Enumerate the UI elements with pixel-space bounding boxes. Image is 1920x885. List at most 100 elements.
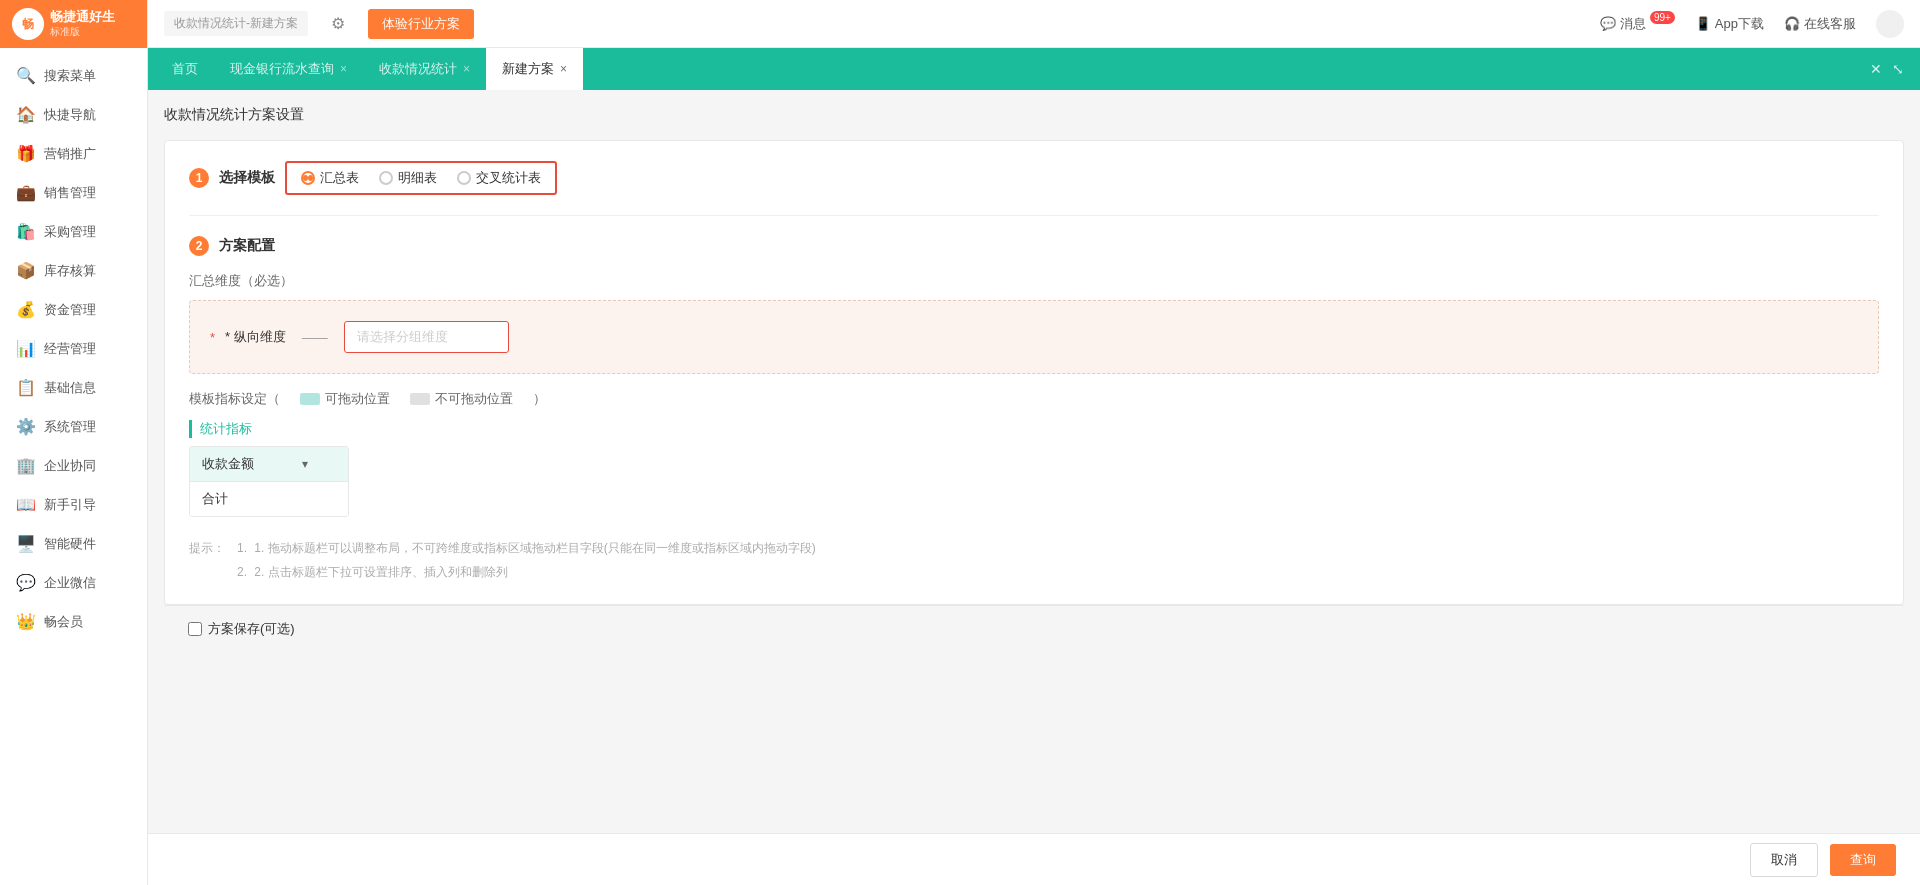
sidebar-item-enterprise-wechat[interactable]: 💬 企业微信 bbox=[0, 563, 147, 602]
building-icon: 🏢 bbox=[16, 456, 36, 475]
money-icon: 💰 bbox=[16, 300, 36, 319]
tip-1: 提示： 1. 1. 拖动标题栏可以调整布局，不可跨维度或指标区域拖动栏目字段(只… bbox=[189, 536, 1879, 560]
user-avatar[interactable] bbox=[1876, 10, 1904, 38]
tab-cash-bank-close[interactable]: × bbox=[340, 62, 347, 76]
tab-home[interactable]: 首页 bbox=[156, 48, 214, 90]
sidebar-item-base-info[interactable]: 📋 基础信息 bbox=[0, 368, 147, 407]
sidebar-item-member[interactable]: 👑 畅会员 bbox=[0, 602, 147, 641]
gift-icon: 🎁 bbox=[16, 144, 36, 163]
chat-icon: 💬 bbox=[16, 573, 36, 592]
metrics-label-row: 模板指标设定（ 可拖动位置 不可拖动位置 ） bbox=[189, 390, 1879, 408]
radio-summary-dot bbox=[301, 171, 315, 185]
step2-label: 方案配置 bbox=[219, 237, 275, 255]
tip-2: 2. 2. 点击标题栏下拉可设置排序、插入列和删除列 bbox=[189, 560, 1879, 584]
step1-header: 1 选择模板 汇总表 明细表 交叉统计表 bbox=[189, 161, 1879, 195]
bag-icon: 🛍️ bbox=[16, 222, 36, 241]
sidebar-item-purchase[interactable]: 🛍️ 采购管理 bbox=[0, 212, 147, 251]
step1-label: 选择模板 bbox=[219, 169, 275, 187]
legend-draggable: 可拖动位置 bbox=[300, 390, 390, 408]
metrics-table: 收款金额 ▾ 合计 bbox=[189, 446, 349, 517]
industry-btn[interactable]: 体验行业方案 bbox=[368, 9, 474, 39]
sidebar-item-smart-hw[interactable]: 🖥️ 智能硬件 bbox=[0, 524, 147, 563]
draggable-indicator bbox=[300, 393, 320, 405]
online-service-item[interactable]: 🎧 在线客服 bbox=[1784, 15, 1856, 33]
main-area: 收款情况统计-新建方案 ⚙ 体验行业方案 💬 消息 99+ 📱 App下载 🎧 … bbox=[148, 0, 1920, 885]
sidebar-item-search-menu[interactable]: 🔍 搜索菜单 bbox=[0, 56, 147, 95]
home-icon: 🏠 bbox=[16, 105, 36, 124]
radio-cross[interactable]: 交叉统计表 bbox=[457, 169, 541, 187]
step-divider bbox=[189, 215, 1879, 216]
box-icon: 📦 bbox=[16, 261, 36, 280]
tab-new-plan[interactable]: 新建方案 × bbox=[486, 48, 583, 90]
radio-cross-dot bbox=[457, 171, 471, 185]
app-download-item[interactable]: 📱 App下载 bbox=[1695, 15, 1764, 33]
save-label: 方案保存(可选) bbox=[208, 620, 295, 638]
message-item[interactable]: 💬 消息 99+ bbox=[1600, 15, 1675, 33]
radio-summary[interactable]: 汇总表 bbox=[301, 169, 359, 187]
tab-collection-stats-close[interactable]: × bbox=[463, 62, 470, 76]
tab-close-window-btn[interactable]: ✕ bbox=[1870, 61, 1882, 77]
sidebar: 畅 畅捷通好生 标准版 🔍 搜索菜单 🏠 快捷导航 🎁 营销推广 💼 销售管理 … bbox=[0, 0, 148, 885]
dim-arrow-icon: —— bbox=[302, 330, 328, 345]
step1-badge: 1 bbox=[189, 168, 209, 188]
briefcase-icon: 💼 bbox=[16, 183, 36, 202]
settings-card: 1 选择模板 汇总表 明细表 交叉统计表 bbox=[164, 140, 1904, 605]
dimension-area: * * 纵向维度 —— 请选择分组维度 bbox=[189, 300, 1879, 374]
metrics-table-header[interactable]: 收款金额 ▾ bbox=[190, 447, 348, 482]
page-title: 收款情况统计方案设置 bbox=[164, 106, 1904, 124]
top-header: 收款情况统计-新建方案 ⚙ 体验行业方案 💬 消息 99+ 📱 App下载 🎧 … bbox=[148, 0, 1920, 48]
sidebar-logo: 畅 畅捷通好生 标准版 bbox=[0, 0, 147, 48]
service-icon: 🎧 bbox=[1784, 16, 1800, 31]
sidebar-item-marketing[interactable]: 🎁 营销推广 bbox=[0, 134, 147, 173]
logo-text: 畅捷通好生 标准版 bbox=[50, 9, 115, 39]
radio-detail-dot bbox=[379, 171, 393, 185]
stat-section-label: 统计指标 bbox=[189, 420, 1879, 438]
chevron-down-icon: ▾ bbox=[302, 457, 308, 471]
legend-fixed: 不可拖动位置 bbox=[410, 390, 513, 408]
metrics-label-text: 模板指标设定（ bbox=[189, 390, 280, 408]
search-menu-icon: 🔍 bbox=[16, 66, 36, 85]
book-icon: 📖 bbox=[16, 495, 36, 514]
tips-section: 提示： 1. 1. 拖动标题栏可以调整布局，不可跨维度或指标区域拖动栏目字段(只… bbox=[189, 536, 1879, 584]
logo-icon: 畅 bbox=[12, 8, 44, 40]
cancel-button[interactable]: 取消 bbox=[1750, 843, 1818, 877]
tab-collection-stats[interactable]: 收款情况统计 × bbox=[363, 48, 486, 90]
content-area: 收款情况统计方案设置 1 选择模板 汇总表 明细表 bbox=[148, 90, 1920, 833]
sidebar-item-quick-nav[interactable]: 🏠 快捷导航 bbox=[0, 95, 147, 134]
crown-icon: 👑 bbox=[16, 612, 36, 631]
app-icon: 📱 bbox=[1695, 16, 1711, 31]
header-right: 💬 消息 99+ 📱 App下载 🎧 在线客服 bbox=[1600, 10, 1904, 38]
step2-header: 2 方案配置 bbox=[189, 236, 1879, 256]
dimension-section-label: 汇总维度（必选） bbox=[189, 272, 1879, 290]
sidebar-item-enterprise-coop[interactable]: 🏢 企业协同 bbox=[0, 446, 147, 485]
metrics-legend-end: ） bbox=[533, 390, 546, 408]
sidebar-item-finance[interactable]: 💰 资金管理 bbox=[0, 290, 147, 329]
sidebar-item-inventory[interactable]: 📦 库存核算 bbox=[0, 251, 147, 290]
template-options: 汇总表 明细表 交叉统计表 bbox=[285, 161, 557, 195]
vertical-dim-selector[interactable]: 请选择分组维度 bbox=[344, 321, 509, 353]
sidebar-nav: 🔍 搜索菜单 🏠 快捷导航 🎁 营销推广 💼 销售管理 🛍️ 采购管理 📦 库存… bbox=[0, 48, 147, 885]
tab-bar: 首页 现金银行流水查询 × 收款情况统计 × 新建方案 × ✕ ⤡ bbox=[148, 48, 1920, 90]
sidebar-item-new-guide[interactable]: 📖 新手引导 bbox=[0, 485, 147, 524]
sidebar-item-sales[interactable]: 💼 销售管理 bbox=[0, 173, 147, 212]
settings-button[interactable]: ⚙ bbox=[324, 10, 352, 38]
tab-maximize-btn[interactable]: ⤡ bbox=[1892, 61, 1904, 77]
dimension-row: * * 纵向维度 —— 请选择分组维度 bbox=[210, 321, 1858, 353]
fixed-indicator bbox=[410, 393, 430, 405]
sidebar-item-operations[interactable]: 📊 经营管理 bbox=[0, 329, 147, 368]
gear-icon: ⚙️ bbox=[16, 417, 36, 436]
step2-badge: 2 bbox=[189, 236, 209, 256]
tab-new-plan-close[interactable]: × bbox=[560, 62, 567, 76]
tab-bar-right: ✕ ⤡ bbox=[1870, 61, 1912, 77]
radio-detail[interactable]: 明细表 bbox=[379, 169, 437, 187]
query-button[interactable]: 查询 bbox=[1830, 844, 1896, 876]
footer-bar: 取消 查询 bbox=[148, 833, 1920, 885]
save-checkbox[interactable] bbox=[188, 622, 202, 636]
tab-cash-bank[interactable]: 现金银行流水查询 × bbox=[214, 48, 363, 90]
vertical-dim-label: * 纵向维度 bbox=[225, 328, 286, 346]
metrics-table-row: 合计 bbox=[190, 482, 348, 516]
message-badge: 99+ bbox=[1650, 11, 1675, 24]
breadcrumb: 收款情况统计-新建方案 bbox=[164, 11, 308, 36]
monitor-icon: 🖥️ bbox=[16, 534, 36, 553]
sidebar-item-system[interactable]: ⚙️ 系统管理 bbox=[0, 407, 147, 446]
